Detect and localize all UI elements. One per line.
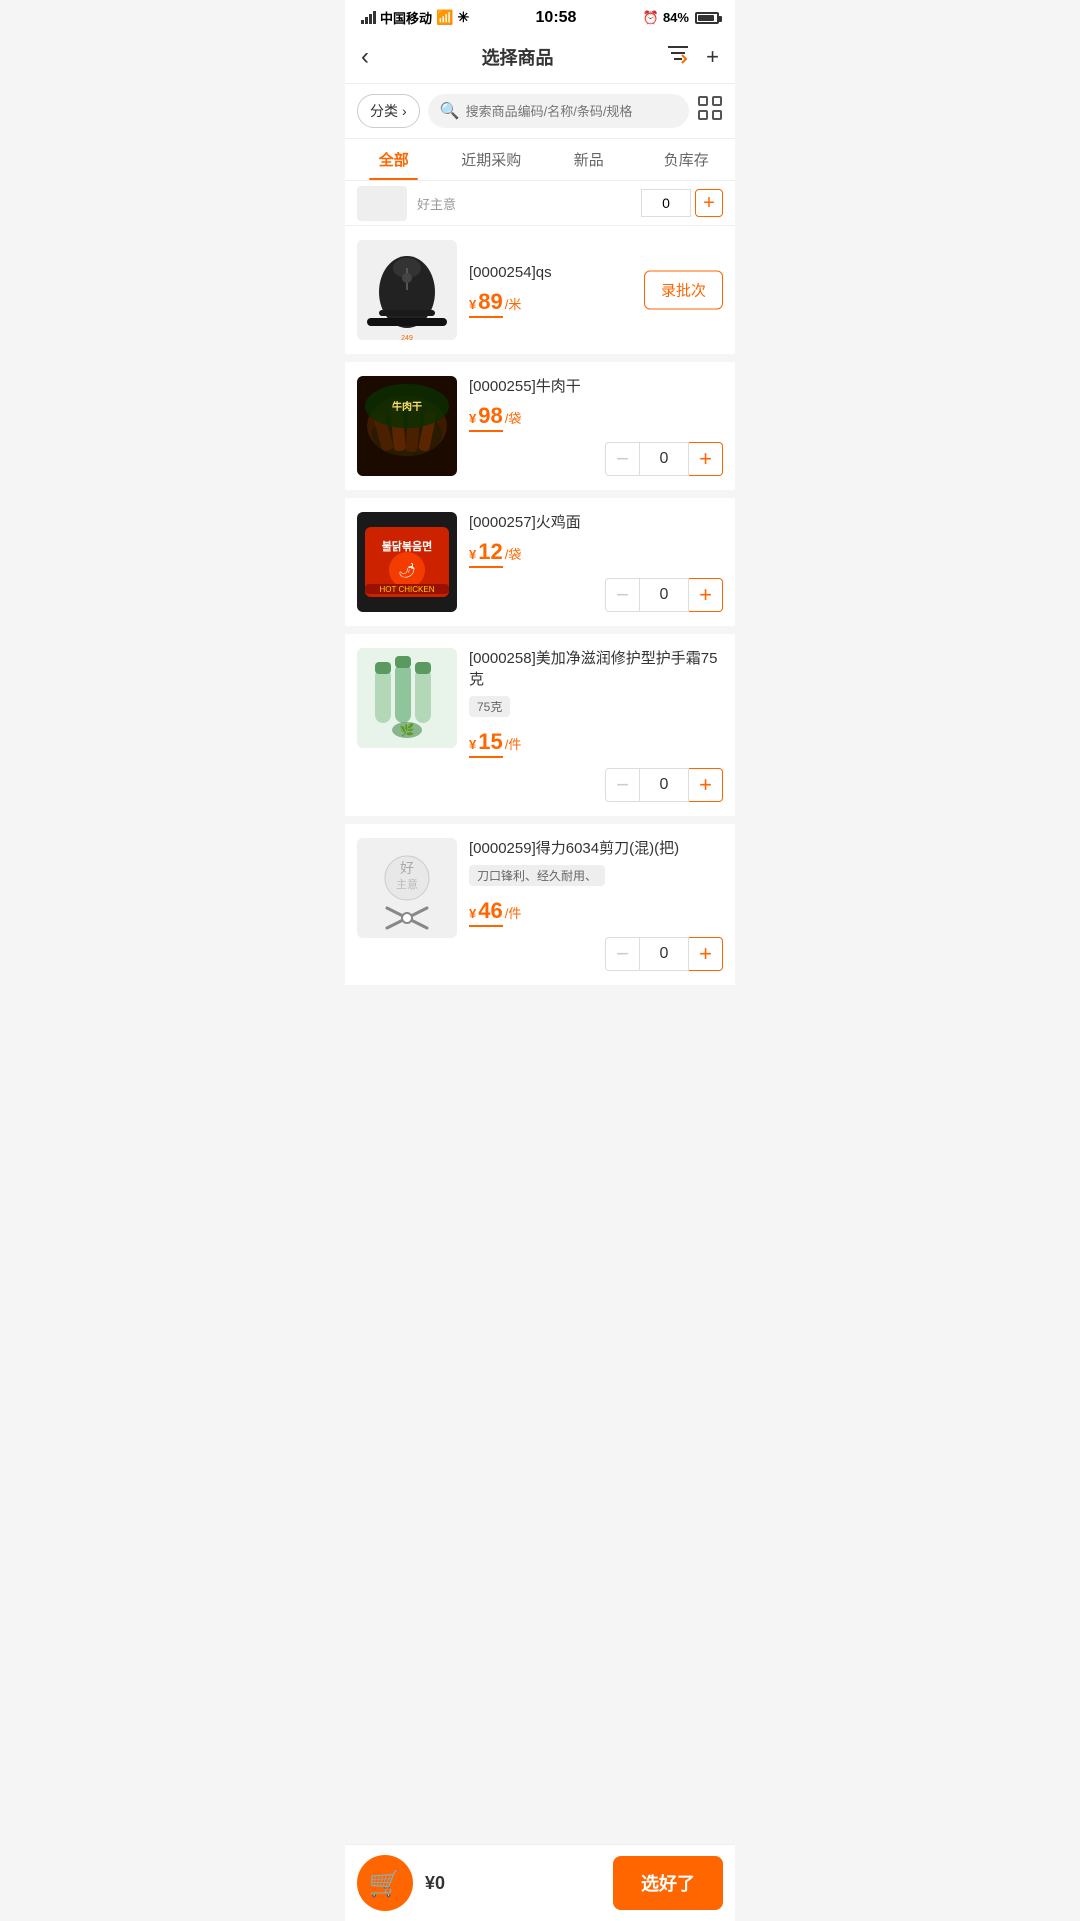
qty-minus-0000259[interactable]: − xyxy=(605,937,639,971)
product-price-0000258: ¥ 15 /件 xyxy=(469,729,723,758)
record-batch-button-0000254[interactable]: 录批次 xyxy=(644,271,723,310)
clock: 10:58 xyxy=(536,9,577,27)
status-bar: 中国移动 📶 ✳ 10:58 ⏰ 84% xyxy=(345,0,735,31)
qty-plus-0000258[interactable]: + xyxy=(689,768,723,802)
product-thumb-0000259: 好 主意 xyxy=(357,838,457,938)
alarm-icon: ⏰ xyxy=(643,10,659,26)
product-list: 249 [0000254]qs ¥ 89 /米 录批次 xyxy=(345,226,735,1073)
cart-button[interactable]: 🛒 xyxy=(357,1855,413,1911)
bottom-bar: 🛒 ¥0 选好了 xyxy=(345,1844,735,1921)
tab-new[interactable]: 新品 xyxy=(540,139,638,180)
partial-plus-btn[interactable]: + xyxy=(695,189,723,217)
product-thumb-0000255: 牛肉干 xyxy=(357,376,457,476)
list-bottom-pad xyxy=(345,993,735,1073)
tab-all[interactable]: 全部 xyxy=(345,139,443,180)
product-thumb-0000258: 🌿 xyxy=(357,648,457,748)
battery-icon xyxy=(695,12,719,24)
partial-row: 好主意 0 + xyxy=(345,181,735,226)
qty-value-0000259: 0 xyxy=(639,937,689,971)
category-label: 分类 xyxy=(370,101,398,121)
product-price-0000257: ¥ 12 /袋 xyxy=(469,539,723,568)
product-thumb-0000257: 불닭볶음면 🌶 HOT CHICKEN xyxy=(357,512,457,612)
product-name-0000255: [0000255]牛肉干 xyxy=(469,376,723,397)
product-item-0000258: 🌿 [0000258]美加净滋润修护型护手霜75克 75克 ¥ 15 /件 − … xyxy=(345,634,735,816)
partial-thumb xyxy=(357,186,407,221)
qty-stepper-0000258: − 0 + xyxy=(605,768,723,802)
qty-value-0000258: 0 xyxy=(639,768,689,802)
svg-text:249: 249 xyxy=(401,335,413,340)
nav-actions: + xyxy=(666,43,719,71)
wifi-icon: 📶 xyxy=(436,9,453,26)
product-item-0000259: 好 主意 [0000259]得力6034剪刀(混)(把) 刀口锋利、经久耐用、 … xyxy=(345,824,735,985)
svg-text:牛肉干: 牛肉干 xyxy=(392,400,422,413)
svg-text:HOT CHICKEN: HOT CHICKEN xyxy=(380,585,435,594)
svg-text:主意: 主意 xyxy=(396,877,418,891)
search-box: 🔍 xyxy=(428,94,689,128)
product-name-0000258: [0000258]美加净滋润修护型护手霜75克 xyxy=(469,648,723,690)
product-item-0000254: 249 [0000254]qs ¥ 89 /米 录批次 xyxy=(345,226,735,354)
partial-text: 好主意 xyxy=(417,194,456,213)
carrier-info: 中国移动 📶 ✳ xyxy=(361,8,469,27)
product-thumb-0000254: 249 xyxy=(357,240,457,340)
qty-stepper-0000255: − 0 + xyxy=(605,442,723,476)
svg-text:불닭볶음면: 불닭볶음면 xyxy=(382,539,433,553)
cart-icon: 🛒 xyxy=(369,1868,401,1899)
tab-negative[interactable]: 负库存 xyxy=(638,139,736,180)
battery-percent: 84% xyxy=(663,10,689,25)
product-name-0000259: [0000259]得力6034剪刀(混)(把) xyxy=(469,838,723,859)
category-arrow: › xyxy=(402,103,407,119)
svg-text:好: 好 xyxy=(400,860,414,876)
category-button[interactable]: 分类 › xyxy=(357,94,420,128)
total-amount: ¥0 xyxy=(425,1873,601,1894)
page-title: 选择商品 xyxy=(482,44,554,70)
svg-text:🌿: 🌿 xyxy=(400,723,415,737)
search-input[interactable] xyxy=(466,104,677,119)
confirm-button[interactable]: 选好了 xyxy=(613,1856,723,1910)
carrier-label: 中国移动 xyxy=(380,8,432,27)
partial-qty: 0 xyxy=(641,189,691,217)
tab-recent[interactable]: 近期采购 xyxy=(443,139,541,180)
search-row: 分类 › 🔍 xyxy=(345,84,735,139)
signal-icon xyxy=(361,11,376,24)
qty-value-0000255: 0 xyxy=(639,442,689,476)
product-item-0000257: 불닭볶음면 🌶 HOT CHICKEN [0000257]火鸡面 ¥ 12 /袋… xyxy=(345,498,735,626)
nav-bar: ‹ 选择商品 + xyxy=(345,31,735,84)
qty-plus-0000255[interactable]: + xyxy=(689,442,723,476)
product-price-0000255: ¥ 98 /袋 xyxy=(469,403,723,432)
product-item-0000255: 牛肉干 [0000255]牛肉干 ¥ 98 /袋 − 0 + xyxy=(345,362,735,490)
qty-value-0000257: 0 xyxy=(639,578,689,612)
sync-icon: ✳ xyxy=(457,9,469,26)
search-icon: 🔍 xyxy=(440,101,460,121)
back-button[interactable]: ‹ xyxy=(361,43,369,71)
qty-minus-0000258[interactable]: − xyxy=(605,768,639,802)
tab-bar: 全部 近期采购 新品 负库存 xyxy=(345,139,735,181)
qty-stepper-0000257: − 0 + xyxy=(605,578,723,612)
scan-icon[interactable] xyxy=(697,95,723,127)
battery-info: ⏰ 84% xyxy=(643,10,719,26)
filter-icon[interactable] xyxy=(666,43,690,71)
add-icon[interactable]: + xyxy=(706,44,719,70)
qty-plus-0000257[interactable]: + xyxy=(689,578,723,612)
product-price-0000259: ¥ 46 /件 xyxy=(469,898,723,927)
product-tag-0000258: 75克 xyxy=(469,696,510,717)
product-tag-0000259: 刀口锋利、经久耐用、 xyxy=(469,865,605,886)
qty-minus-0000255[interactable]: − xyxy=(605,442,639,476)
qty-minus-0000257[interactable]: − xyxy=(605,578,639,612)
qty-stepper-0000259: − 0 + xyxy=(605,937,723,971)
product-name-0000257: [0000257]火鸡面 xyxy=(469,512,723,533)
qty-plus-0000259[interactable]: + xyxy=(689,937,723,971)
svg-text:🌶: 🌶 xyxy=(398,562,416,578)
